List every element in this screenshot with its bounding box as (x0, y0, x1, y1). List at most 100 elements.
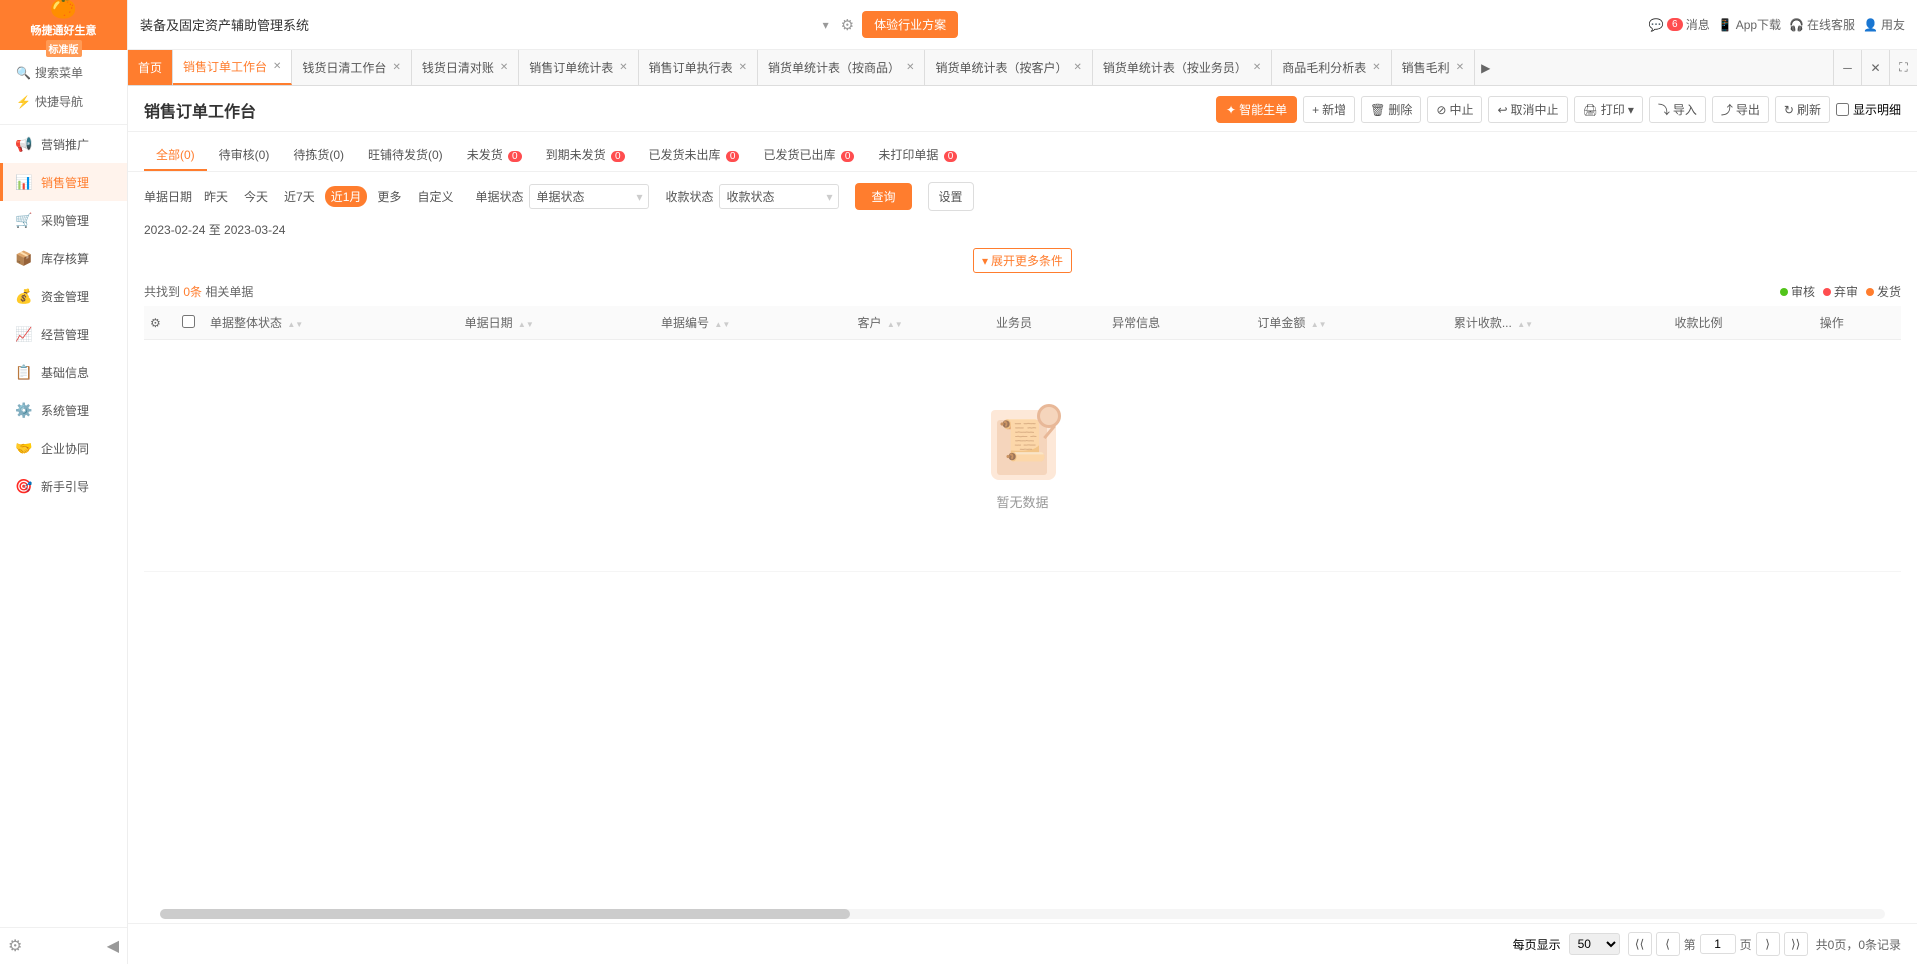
tab-close-margin[interactable]: ✕ (1372, 62, 1380, 73)
first-page-btn[interactable]: ⟨⟨ (1628, 932, 1652, 956)
filter-tab-not-printed[interactable]: 未打印单据 0 (866, 140, 969, 171)
tab-close-sale-stats-product[interactable]: ✕ (906, 62, 914, 73)
select-all-checkbox[interactable] (182, 315, 195, 328)
audit-action[interactable]: 审核 (1780, 283, 1815, 300)
tab-close-sale-profit[interactable]: ✕ (1456, 62, 1464, 73)
tab-home[interactable]: 首页 (128, 50, 173, 85)
tab-order-exec[interactable]: 销售订单执行表 ✕ (639, 50, 758, 85)
tab-minimize-btn[interactable]: ─ (1833, 50, 1861, 86)
smart-create-btn[interactable]: ✦ 智能生单 (1216, 96, 1297, 123)
add-btn[interactable]: + 新增 (1303, 96, 1355, 123)
search-menu-item[interactable]: 🔍 搜索菜单 (8, 58, 119, 87)
settings-icon[interactable]: ⚙ (841, 16, 854, 34)
sidebar-item-purchase[interactable]: 🛒 采购管理 (0, 201, 127, 239)
next-page-btn[interactable]: ⟩ (1756, 932, 1780, 956)
sort-status-icon[interactable]: ▲▼ (287, 321, 303, 329)
date-btn-today[interactable]: 今天 (238, 186, 274, 207)
filter-tab-overdue[interactable]: 到期未发货 0 (534, 140, 637, 171)
sidebar-item-sales[interactable]: 📊 销售管理 (0, 163, 127, 201)
delete-btn[interactable]: 🗑 删除 (1361, 96, 1421, 123)
sidebar-item-base[interactable]: 📋 基础信息 (0, 353, 127, 391)
filter-tab-pending-inspection[interactable]: 待拣货(0) (281, 140, 356, 171)
date-btn-yesterday[interactable]: 昨天 (198, 186, 234, 207)
settings-btn[interactable]: 设置 (928, 182, 974, 211)
quick-nav-item[interactable]: ⚡ 快捷导航 (8, 87, 119, 116)
filter-tab-pending-review[interactable]: 待审核(0) (207, 140, 282, 171)
sort-amount-icon[interactable]: ▲▼ (1311, 321, 1327, 329)
tab-expand-btn[interactable]: ⛶ (1889, 50, 1917, 86)
tab-close-sale-stats-customer[interactable]: ✕ (1073, 62, 1081, 73)
sidebar-item-system[interactable]: ⚙️ 系统管理 (0, 391, 127, 429)
status-select[interactable]: 单据状态 ▾ (529, 184, 649, 209)
print-btn[interactable]: 🖨 打印 ▾ (1574, 96, 1643, 123)
col-status-label: 单据整体状态 (210, 316, 282, 330)
tab-sale-stats-product[interactable]: 销货单统计表（按商品） ✕ (758, 50, 925, 85)
col-settings[interactable]: ⚙ (144, 306, 172, 340)
show-detail-toggle[interactable]: 显示明细 (1836, 101, 1901, 118)
page-size-select[interactable]: 50 10 20 100 (1569, 933, 1620, 955)
tab-close-sale-stats-staff[interactable]: ✕ (1253, 62, 1261, 73)
hscrollbar[interactable] (160, 909, 1885, 919)
settings-icon[interactable]: ⚙ (8, 936, 22, 956)
tab-close-cash-reconcile[interactable]: ✕ (500, 62, 508, 73)
tab-cash-reconcile[interactable]: 钱货日清对账 ✕ (412, 50, 519, 85)
sidebar-item-finance[interactable]: 💰 资金管理 (0, 277, 127, 315)
tab-cash-daily[interactable]: 钱货日清工作台 ✕ (292, 50, 411, 85)
payment-select[interactable]: 收款状态 ▾ (719, 184, 839, 209)
online-service-btn[interactable]: 🎧 在线客服 (1789, 16, 1855, 33)
tab-close-order-exec[interactable]: ✕ (739, 62, 747, 73)
tab-sale-stats-customer[interactable]: 销货单统计表（按客户） ✕ (925, 50, 1092, 85)
show-detail-checkbox[interactable] (1836, 103, 1849, 116)
last-page-btn[interactable]: ⟩⟩ (1784, 932, 1808, 956)
sort-received-icon[interactable]: ▲▼ (1517, 321, 1533, 329)
user-btn[interactable]: 👤 用友 (1863, 16, 1905, 33)
tab-sale-stats-staff[interactable]: 销货单统计表（按业务员） ✕ (1093, 50, 1272, 85)
tab-more-btn[interactable]: ▶ (1475, 61, 1496, 75)
hscroll-thumb[interactable] (160, 909, 850, 919)
date-btn-custom[interactable]: 自定义 (411, 186, 459, 207)
date-btn-7days[interactable]: 近7天 (278, 186, 321, 207)
export-btn[interactable]: ⤴ 导出 (1712, 96, 1769, 123)
plus-icon: + (1312, 103, 1319, 117)
demo-btn[interactable]: 体验行业方案 (862, 11, 958, 38)
app-download-btn[interactable]: 📱 App下载 (1718, 16, 1781, 33)
col-checkbox[interactable] (172, 306, 204, 340)
filter-tab-shipped-not-out[interactable]: 已发货未出库 0 (637, 140, 752, 171)
tab-order-workbench[interactable]: 销售订单工作台 ✕ (173, 50, 292, 85)
tab-close-cash-daily[interactable]: ✕ (392, 62, 400, 73)
sort-number-icon[interactable]: ▲▼ (714, 321, 730, 329)
tab-close-order-workbench[interactable]: ✕ (273, 61, 281, 72)
ship-action[interactable]: 发货 (1866, 283, 1901, 300)
prev-page-btn[interactable]: ⟨ (1656, 932, 1680, 956)
sidebar-item-inventory[interactable]: 📦 库存核算 (0, 239, 127, 277)
sidebar-item-guide[interactable]: 🎯 新手引导 (0, 467, 127, 505)
sidebar-item-operation[interactable]: 📈 经营管理 (0, 315, 127, 353)
sort-date-icon[interactable]: ▲▼ (518, 321, 534, 329)
delete-icon: 🗑 (1370, 103, 1385, 117)
filter-tab-wangpu[interactable]: 旺铺待发货(0) (356, 140, 455, 171)
expand-conditions-btn[interactable]: ▾ 展开更多条件 (973, 248, 1072, 273)
filter-tab-all[interactable]: 全部(0) (144, 140, 207, 171)
cancel-stop-btn[interactable]: ↩ 取消中止 (1488, 96, 1567, 123)
stop-btn[interactable]: ⊘ 中止 (1427, 96, 1482, 123)
tab-order-stats[interactable]: 销售订单统计表 ✕ (519, 50, 638, 85)
sort-customer-icon[interactable]: ▲▼ (887, 321, 903, 329)
tab-close-order-stats[interactable]: ✕ (619, 62, 627, 73)
date-btn-1month[interactable]: 近1月 (325, 186, 368, 207)
search-btn[interactable]: 查询 (855, 183, 911, 210)
filter-tab-not-shipped[interactable]: 未发货 0 (455, 140, 534, 171)
page-input[interactable] (1700, 934, 1736, 954)
collapse-icon[interactable]: ◀ (107, 936, 119, 956)
filter-tab-shipped-out[interactable]: 已发货已出库 0 (751, 140, 866, 171)
message-btn[interactable]: 💬 6 消息 (1649, 16, 1710, 33)
import-btn[interactable]: ⤵ 导入 (1649, 96, 1706, 123)
tab-close-all-btn[interactable]: ✕ (1861, 50, 1889, 86)
dropdown-icon[interactable]: ▾ (823, 18, 829, 32)
sidebar-item-marketing[interactable]: 📢 营销推广 (0, 125, 127, 163)
cancel-audit-action[interactable]: 弃审 (1823, 283, 1858, 300)
sidebar-item-cooperation[interactable]: 🤝 企业协同 (0, 429, 127, 467)
tab-margin[interactable]: 商品毛利分析表 ✕ (1272, 50, 1391, 85)
refresh-btn[interactable]: ↻ 刷新 (1775, 96, 1830, 123)
date-btn-more[interactable]: 更多 (371, 186, 407, 207)
tab-sale-profit[interactable]: 销售毛利 ✕ (1392, 50, 1475, 85)
